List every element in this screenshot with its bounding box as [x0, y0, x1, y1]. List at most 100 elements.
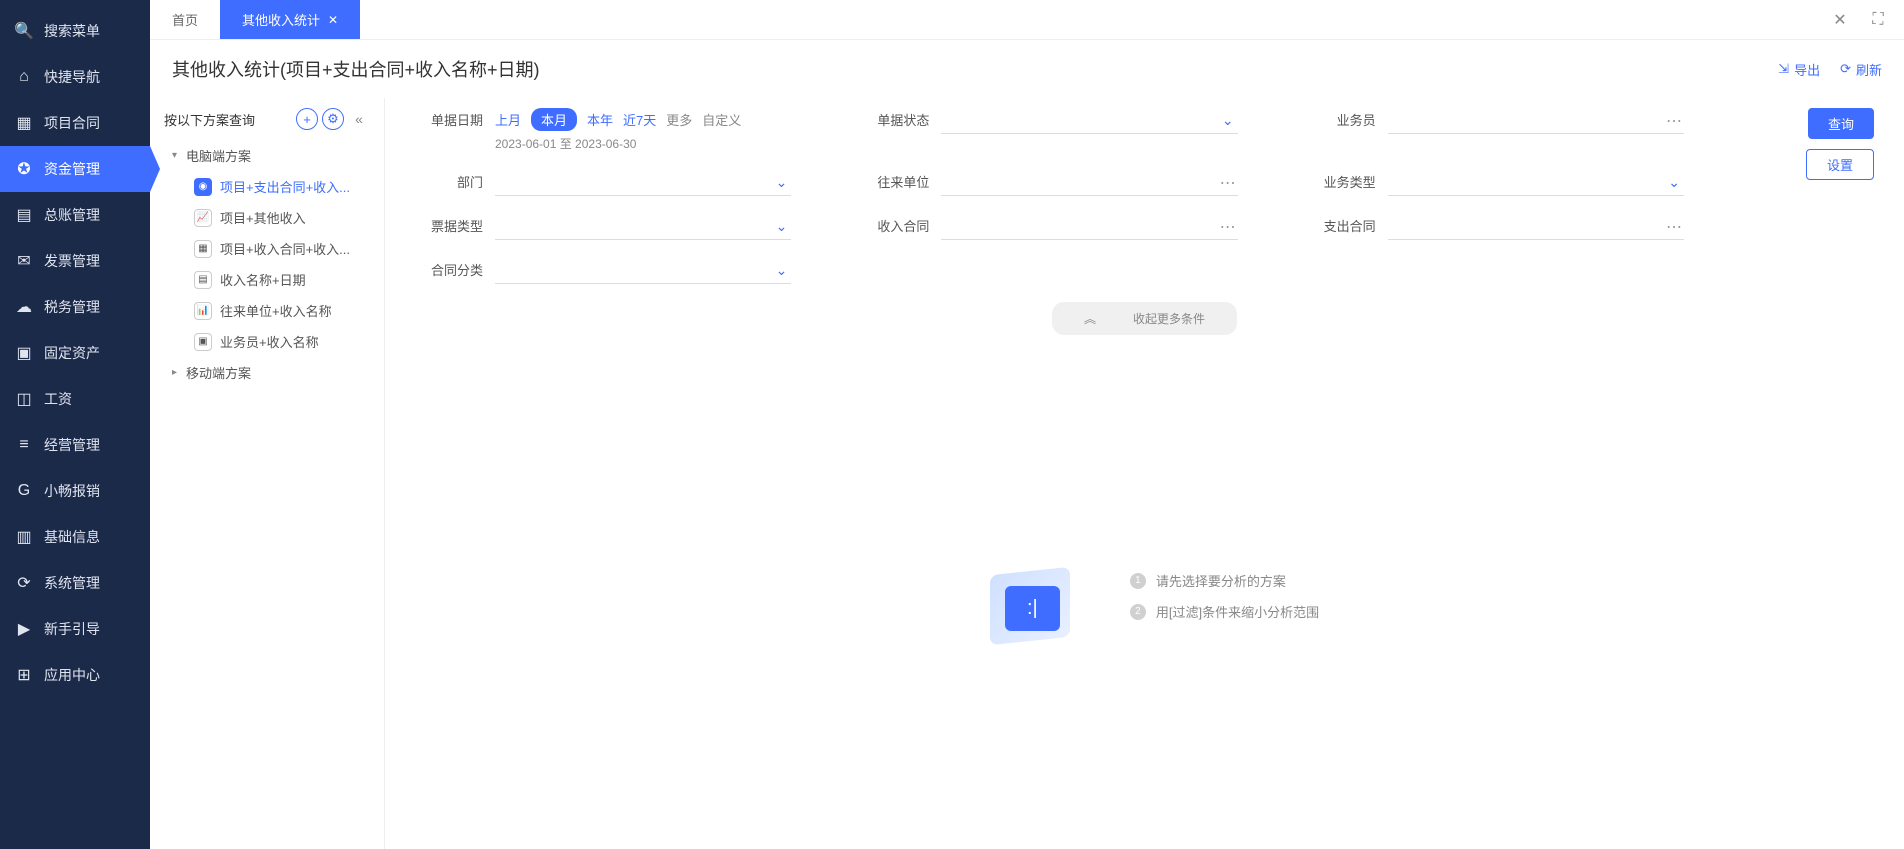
tree-leaf-0-0[interactable]: ◉项目+支出合同+收入...	[150, 171, 384, 202]
refresh-label: 刷新	[1856, 60, 1882, 79]
leaf-label: 收入名称+日期	[220, 270, 306, 289]
main-content: 首页 其他收入统计 ✕ ✕ ⛶ 其他收入统计(项目+支出合同+收入名称+日期) ⇲ …	[150, 0, 1904, 849]
date-option-4[interactable]: 更多	[666, 110, 692, 129]
date-option-1[interactable]: 本月	[531, 108, 577, 131]
partner-input[interactable]: ⋯	[941, 170, 1237, 196]
refresh-icon: ⟳	[1840, 61, 1851, 77]
sidebar-label: 应用中心	[44, 665, 100, 685]
refresh-button[interactable]: ⟳ 刷新	[1840, 60, 1882, 79]
tree-leaf-0-5[interactable]: ▣ 业务员+收入名称	[150, 326, 384, 357]
tabs-row: 首页 其他收入统计 ✕ ✕ ⛶	[150, 0, 1904, 40]
sidebar-item-11[interactable]: ▥基础信息	[0, 514, 150, 560]
sidebar-item-4[interactable]: ▤总账管理	[0, 192, 150, 238]
scheme-settings-icon[interactable]: ⚙	[322, 108, 344, 130]
page-title: 其他收入统计(项目+支出合同+收入名称+日期)	[172, 56, 540, 82]
sidebar-icon: ⊞	[14, 665, 34, 685]
sidebar-item-12[interactable]: ⟳系统管理	[0, 560, 150, 606]
sidebar-icon: ▤	[14, 205, 34, 225]
biztype-select[interactable]: ⌄	[1388, 170, 1684, 196]
sidebar-icon: ▣	[14, 343, 34, 363]
export-icon: ⇲	[1778, 61, 1789, 77]
leaf-label: 业务员+收入名称	[220, 332, 319, 351]
income-contract-input[interactable]: ⋯	[941, 214, 1237, 240]
empty-step-2-text: 用[过滤]条件来缩小分析范围	[1156, 602, 1319, 621]
tree-group-0[interactable]: ▾电脑端方案	[150, 140, 384, 171]
tree-group-1[interactable]: ▸移动端方案	[150, 357, 384, 388]
status-select[interactable]: ⌄	[941, 108, 1237, 134]
tab-close-icon[interactable]: ✕	[328, 13, 338, 27]
tree-leaf-0-3[interactable]: ▤ 收入名称+日期	[150, 264, 384, 295]
sidebar-item-13[interactable]: ▶新手引导	[0, 606, 150, 652]
sidebar-item-10[interactable]: G 小畅报销	[0, 468, 150, 514]
filter-income-contract: 收入合同 ⋯	[861, 214, 1237, 240]
sidebar-label: 项目合同	[44, 113, 100, 133]
collapse-filters-button[interactable]: ︽ 收起更多条件	[1052, 302, 1237, 335]
filter-tickettype: 票据类型 ⌄	[415, 214, 791, 240]
sidebar-item-14[interactable]: ⊞ 应用中心	[0, 652, 150, 698]
scheme-title: 按以下方案查询	[164, 110, 255, 129]
sidebar-item-5[interactable]: ✉发票管理	[0, 238, 150, 284]
filter-label-income-contract: 收入合同	[861, 214, 941, 240]
sidebar-label: 小畅报销	[44, 481, 100, 501]
contract-class-select[interactable]: ⌄	[495, 258, 791, 284]
tree-leaf-0-4[interactable]: 📊往来单位+收入名称	[150, 295, 384, 326]
date-option-0[interactable]: 上月	[495, 110, 521, 129]
filter-expense-contract: 支出合同 ⋯	[1308, 214, 1684, 240]
sidebar-item-9[interactable]: ≡经营管理	[0, 422, 150, 468]
filter-date: 单据日期 上月本月本年近7天更多自定义 2023-06-01 至 2023-06…	[415, 108, 791, 152]
chevron-down-icon: ⌄	[776, 174, 788, 191]
sidebar-item-6[interactable]: ☁税务管理	[0, 284, 150, 330]
fullscreen-icon[interactable]: ⛶	[1864, 6, 1892, 34]
sidebar-item-8[interactable]: ◫工资	[0, 376, 150, 422]
collapse-panel-icon[interactable]: «	[348, 108, 370, 130]
settings-button[interactable]: 设置	[1806, 149, 1874, 180]
empty-illustration: :|	[970, 541, 1100, 651]
collapse-label: 收起更多条件	[1117, 306, 1221, 331]
tab-1[interactable]: 其他收入统计 ✕	[220, 0, 360, 39]
add-scheme-icon[interactable]: +	[296, 108, 318, 130]
date-option-5[interactable]: 自定义	[702, 110, 741, 129]
tree-leaf-0-2[interactable]: ▦项目+收入合同+收入...	[150, 233, 384, 264]
sidebar-icon: ▥	[14, 527, 34, 547]
filter-label-salesperson: 业务员	[1308, 108, 1388, 134]
sidebar-item-1[interactable]: ⌂ 快捷导航	[0, 54, 150, 100]
filter-label-expense-contract: 支出合同	[1308, 214, 1388, 240]
filter-label-date: 单据日期	[415, 108, 495, 134]
sidebar-icon: ✉	[14, 251, 34, 271]
sidebar-icon: ✪	[14, 159, 34, 179]
leaf-icon: ▤	[194, 271, 212, 289]
salesperson-input[interactable]: ⋯	[1388, 108, 1684, 134]
chevron-down-icon: ⌄	[1222, 112, 1234, 129]
caret-icon: ▾	[172, 150, 186, 161]
export-label: 导出	[1794, 60, 1820, 79]
expense-contract-input[interactable]: ⋯	[1388, 214, 1684, 240]
leaf-icon: ▣	[194, 333, 212, 351]
tab-label: 其他收入统计	[242, 10, 320, 29]
sidebar-item-7[interactable]: ▣固定资产	[0, 330, 150, 376]
more-icon: ⋯	[1666, 111, 1680, 131]
sidebar-icon: ▶	[14, 619, 34, 639]
dept-select[interactable]: ⌄	[495, 170, 791, 196]
date-option-2[interactable]: 本年	[587, 110, 613, 129]
sidebar-icon: G	[14, 481, 34, 501]
leaf-label: 项目+其他收入	[220, 208, 306, 227]
sidebar-item-0[interactable]: 🔍搜索菜单	[0, 8, 150, 54]
sidebar-label: 快捷导航	[44, 67, 100, 87]
sidebar-item-2[interactable]: ▦项目合同	[0, 100, 150, 146]
sidebar-item-3[interactable]: ✪资金管理	[0, 146, 150, 192]
date-option-3[interactable]: 近7天	[623, 110, 656, 129]
sidebar-icon: ⟳	[14, 573, 34, 593]
query-button[interactable]: 查询	[1808, 108, 1874, 139]
leaf-label: 项目+支出合同+收入...	[220, 177, 350, 196]
filter-label-contract-class: 合同分类	[415, 258, 495, 284]
export-button[interactable]: ⇲ 导出	[1778, 60, 1820, 79]
tree-leaf-0-1[interactable]: 📈项目+其他收入	[150, 202, 384, 233]
filter-status: 单据状态 ⌄	[861, 108, 1237, 134]
filter-label-status: 单据状态	[861, 108, 941, 134]
tickettype-select[interactable]: ⌄	[495, 214, 791, 240]
sidebar-icon: ⌂	[14, 67, 34, 87]
close-icon[interactable]: ✕	[1826, 6, 1854, 34]
empty-step-1: 1 请先选择要分析的方案	[1130, 571, 1319, 590]
filter-label-biztype: 业务类型	[1308, 170, 1388, 196]
tab-0[interactable]: 首页	[150, 0, 220, 39]
